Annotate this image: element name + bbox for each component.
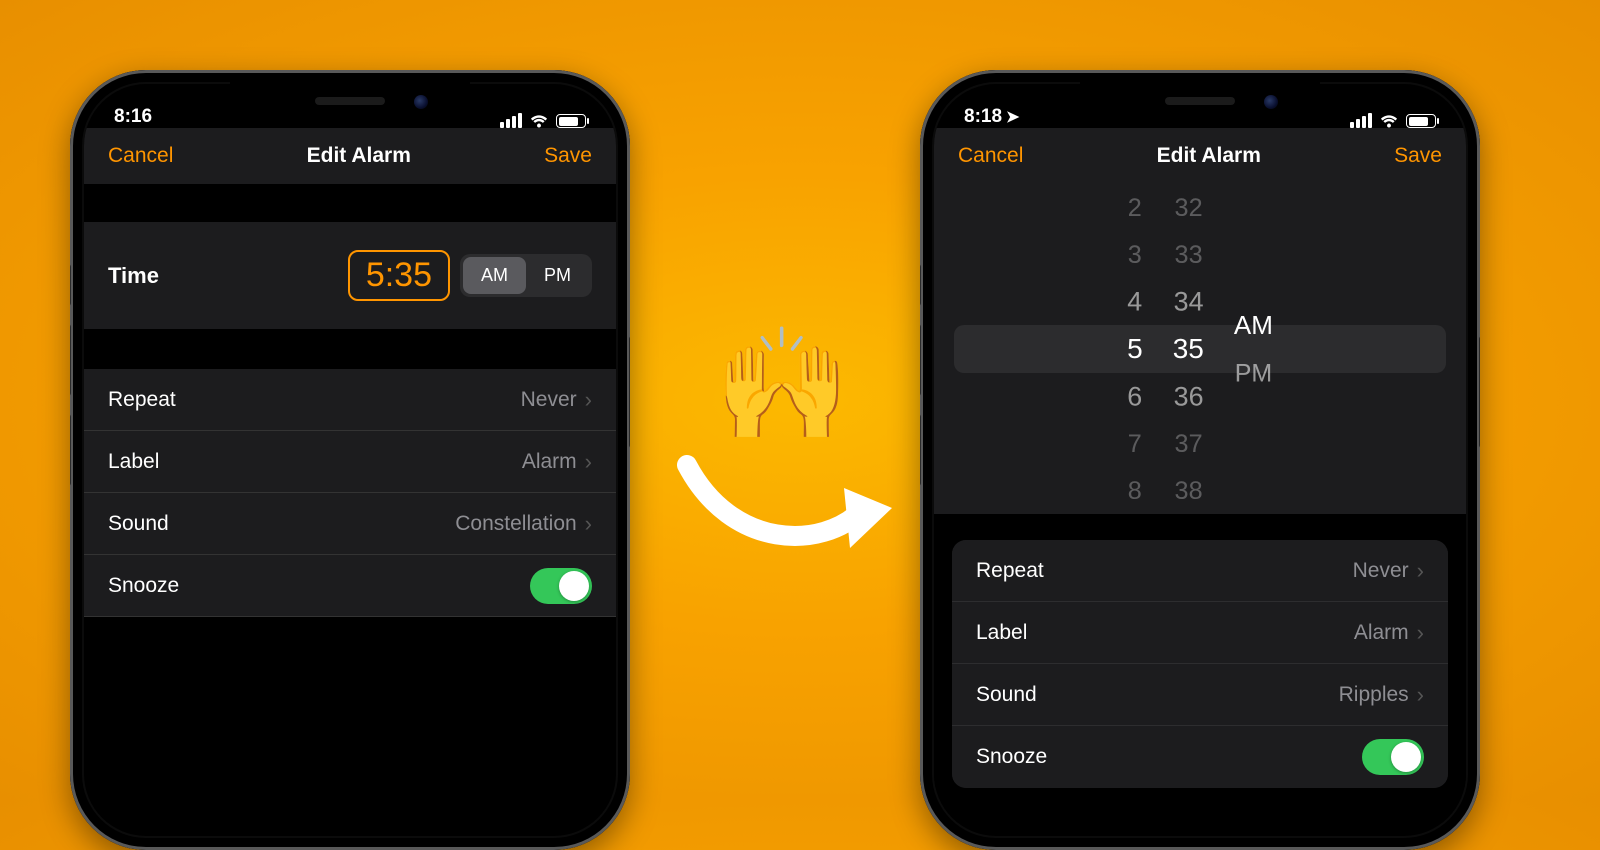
- ampm-segment[interactable]: AM PM: [460, 254, 592, 297]
- chevron-right-icon: ›: [585, 511, 592, 537]
- wifi-icon: [528, 112, 550, 128]
- row-label: Label: [108, 450, 159, 474]
- row-sound[interactable]: Sound Ripples ›: [952, 664, 1448, 726]
- segment-am[interactable]: AM: [463, 257, 526, 294]
- row-label: Snooze: [108, 574, 179, 598]
- minute-wheel[interactable]: 32 33 34 35 36 37 38: [1173, 184, 1204, 514]
- row-label: Snooze: [976, 745, 1047, 769]
- iphone-right: 8:18 ➤ Cancel Edit Alarm Save 2 3: [920, 70, 1480, 850]
- wifi-icon: [1378, 112, 1400, 128]
- signal-icon: [500, 113, 522, 128]
- row-value: Alarm: [1354, 621, 1409, 645]
- row-value: Ripples: [1339, 683, 1409, 707]
- status-time: 8:18: [964, 106, 1002, 128]
- arrow-icon: [672, 430, 892, 570]
- row-snooze: Snooze: [952, 726, 1448, 788]
- save-button[interactable]: Save: [1394, 144, 1442, 168]
- row-repeat[interactable]: Repeat Never ›: [952, 540, 1448, 602]
- row-value: Constellation: [455, 512, 576, 536]
- chevron-right-icon: ›: [1417, 682, 1424, 708]
- iphone-left: 8:16 Cancel Edit Alarm Save Time 5:35 AM: [70, 70, 630, 850]
- row-label: Sound: [976, 683, 1037, 707]
- ampm-wheel[interactable]: AM PM: [1234, 184, 1273, 514]
- raised-hands-emoji: 🙌: [672, 330, 892, 440]
- cancel-button[interactable]: Cancel: [108, 144, 173, 168]
- row-value: Alarm: [522, 450, 577, 474]
- snooze-toggle[interactable]: [530, 568, 592, 604]
- time-row: Time 5:35 AM PM: [84, 222, 616, 329]
- row-label-name[interactable]: Label Alarm ›: [952, 602, 1448, 664]
- chevron-right-icon: ›: [585, 387, 592, 413]
- row-label-name[interactable]: Label Alarm ›: [84, 431, 616, 493]
- save-button[interactable]: Save: [544, 144, 592, 168]
- snooze-toggle[interactable]: [1362, 739, 1424, 775]
- row-label: Repeat: [108, 388, 176, 412]
- nav-bar: Cancel Edit Alarm Save: [84, 128, 616, 184]
- notch: [230, 82, 470, 120]
- chevron-right-icon: ›: [1417, 558, 1424, 584]
- row-label: Label: [976, 621, 1027, 645]
- nav-bar: Cancel Edit Alarm Save: [934, 128, 1466, 184]
- row-value: Never: [1353, 559, 1409, 583]
- time-label: Time: [108, 263, 159, 289]
- cancel-button[interactable]: Cancel: [958, 144, 1023, 168]
- transition-graphic: 🙌: [672, 330, 892, 570]
- battery-icon: [1406, 114, 1436, 128]
- time-wheel-picker[interactable]: 2 3 4 5 6 7 8 32 33 34 35 36 37 38: [934, 184, 1466, 514]
- row-repeat[interactable]: Repeat Never ›: [84, 369, 616, 431]
- chevron-right-icon: ›: [1417, 620, 1424, 646]
- row-value: Never: [521, 388, 577, 412]
- battery-icon: [556, 114, 586, 128]
- location-icon: ➤: [1006, 107, 1019, 127]
- nav-title: Edit Alarm: [307, 144, 411, 168]
- nav-title: Edit Alarm: [1157, 144, 1261, 168]
- row-sound[interactable]: Sound Constellation ›: [84, 493, 616, 555]
- notch: [1080, 82, 1320, 120]
- segment-pm[interactable]: PM: [526, 257, 589, 294]
- row-snooze: Snooze: [84, 555, 616, 617]
- hour-wheel[interactable]: 2 3 4 5 6 7 8: [1127, 184, 1143, 514]
- row-label: Repeat: [976, 559, 1044, 583]
- status-time: 8:16: [114, 106, 152, 128]
- row-label: Sound: [108, 512, 169, 536]
- chevron-right-icon: ›: [585, 449, 592, 475]
- signal-icon: [1350, 113, 1372, 128]
- time-value-field[interactable]: 5:35: [348, 250, 450, 301]
